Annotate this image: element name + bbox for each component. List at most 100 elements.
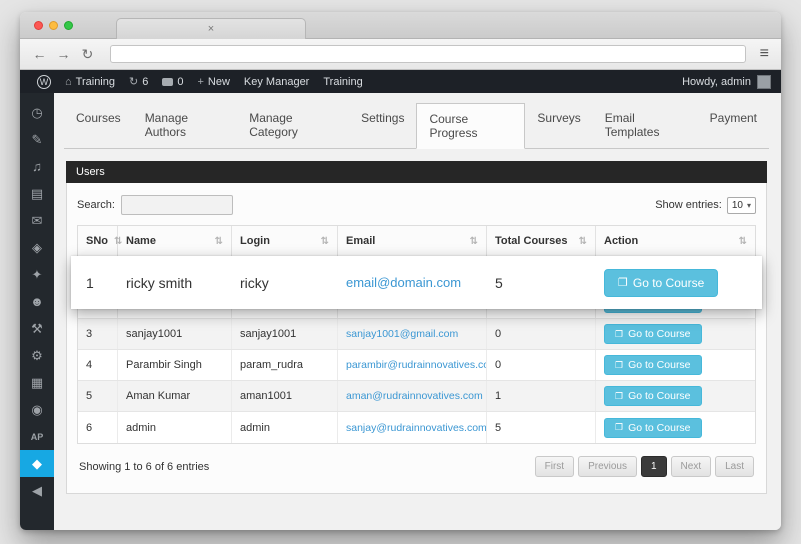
tab-manage-category[interactable]: Manage Category [237,103,349,148]
email-link[interactable]: parambir@rudrainnovatives.com [346,359,486,371]
page-next-button[interactable]: Next [670,456,712,477]
cell-login: aman1001 [232,381,338,411]
users-panel: Users Search: Show entries: 10 ▾ SNo ⇅ N… [66,161,767,494]
sidebar-item-ap[interactable]: AP [20,423,54,450]
table-row: 5 Aman Kumar aman1001 aman@rudrainnovati… [78,381,755,412]
wp-logo-menu[interactable]: W [30,70,58,93]
wp-admin-sidebar: ◷ ✎ ♫ ▤ ✉ ◈ ✦ ☻ ⚒ ⚙ ▦ ◉ AP ◆ ◀ [20,93,54,530]
graduation-cap-icon: ◆ [32,455,42,471]
browser-tab[interactable]: × [116,18,306,39]
sidebar-item-media[interactable]: ♫ [20,153,54,180]
avatar [757,74,771,89]
sidebar-item-comments[interactable]: ✉ [20,207,54,234]
refresh-icon[interactable]: ↻ [80,46,95,63]
wp-admin-bar: W ⌂ Training ↻ 6 0 + New Key Manager Tra… [20,70,781,93]
magnified-row: 1 ricky smith ricky email@domain.com 5 ❐… [71,256,762,309]
sort-icon[interactable]: ⇅ [315,236,329,247]
cell-total: 1 [487,381,596,411]
go-to-course-button[interactable]: ❐ Go to Course [604,417,702,438]
search-input[interactable] [120,195,233,215]
sidebar-item-lms[interactable]: ◆ [20,450,54,477]
sort-icon[interactable]: ⇅ [573,236,587,247]
sidebar-item-feed[interactable]: ◉ [20,396,54,423]
page-first-button[interactable]: First [534,456,575,477]
sort-icon[interactable]: ⇅ [733,236,747,247]
forward-icon[interactable]: → [56,46,71,62]
book-icon: ❐ [618,277,628,289]
sort-icon[interactable]: ⇅ [209,236,223,247]
header-action[interactable]: Action ⇅ [596,226,755,256]
go-to-course-label: Go to Course [628,421,691,434]
email-link[interactable]: aman@rudrainnovatives.com [346,390,483,402]
sidebar-item-plugins[interactable]: ✦ [20,261,54,288]
page-last-button[interactable]: Last [715,456,754,477]
page-1-button[interactable]: 1 [640,456,667,477]
tab-payment[interactable]: Payment [698,103,769,148]
browser-toolbar: ← → ↻ ≡ [20,39,781,70]
close-window-button[interactable] [34,21,43,30]
sidebar-item-tools[interactable]: ⚒ [20,315,54,342]
page-previous-button[interactable]: Previous [578,456,637,477]
tab-course-progress[interactable]: Course Progress [416,103,526,149]
go-to-course-button[interactable]: ❐ Go to Course [604,355,702,375]
updates-menu[interactable]: ↻ 6 [122,70,155,93]
wordpress-logo-icon: W [37,74,51,89]
collapse-icon: ◀ [32,482,42,498]
training-menu[interactable]: Training [316,70,369,93]
sort-icon[interactable]: ⇅ [464,236,478,247]
new-content-menu[interactable]: + New [190,70,236,93]
cell-name: Parambir Singh [118,350,232,380]
tab-surveys[interactable]: Surveys [525,103,592,148]
email-link[interactable]: sanjay@rudrainnovatives.com [346,422,486,434]
comments-menu[interactable]: 0 [155,70,190,93]
email-link[interactable]: sanjay1001@gmail.com [346,328,458,340]
lms-tabs: Courses Manage Authors Manage Category S… [64,103,769,149]
tab-close-icon[interactable]: × [208,23,214,35]
header-email[interactable]: Email ⇅ [338,226,487,256]
cell-name: sanjay1001 [118,319,232,349]
book-icon: ❐ [615,422,624,432]
maximize-window-button[interactable] [64,21,73,30]
entries-select[interactable]: 10 ▾ [726,196,756,214]
tab-settings[interactable]: Settings [349,103,416,148]
email-link[interactable]: email@domain.com [346,275,461,290]
sidebar-item-forms[interactable]: ▦ [20,369,54,396]
sidebar-item-users[interactable]: ☻ [20,288,54,315]
tab-email-templates[interactable]: Email Templates [593,103,698,148]
cell-name: admin [118,412,232,443]
header-total-courses[interactable]: Total Courses ⇅ [487,226,596,256]
sidebar-item-settings[interactable]: ⚙ [20,342,54,369]
sidebar-item-posts[interactable]: ✎ [20,126,54,153]
go-to-course-button[interactable]: ❐ Go to Course [604,268,719,297]
tab-courses[interactable]: Courses [64,103,133,148]
go-to-course-label: Go to Course [628,390,691,402]
minimize-window-button[interactable] [49,21,58,30]
go-to-course-label: Go to Course [628,359,691,371]
header-login[interactable]: Login ⇅ [232,226,338,256]
appearance-icon: ◈ [32,239,42,255]
go-to-course-button[interactable]: ❐ Go to Course [604,386,702,406]
table-row: 3 sanjay1001 sanjay1001 sanjay1001@gmail… [78,319,755,350]
header-sno[interactable]: SNo ⇅ [78,226,122,256]
pagination: First Previous 1 Next Last [534,456,754,477]
cell-total: 0 [487,319,596,349]
chevron-down-icon: ▾ [746,200,751,210]
sidebar-item-dashboard[interactable]: ◷ [20,99,54,126]
site-name-label: Training [75,75,115,88]
key-manager-menu[interactable]: Key Manager [237,70,316,93]
sidebar-item-appearance[interactable]: ◈ [20,234,54,261]
browser-menu-icon[interactable]: ≡ [760,45,769,63]
ap-icon: AP [30,431,44,442]
updates-count: 6 [142,75,149,88]
book-icon: ❐ [615,359,624,370]
tab-manage-authors[interactable]: Manage Authors [133,103,238,148]
address-bar[interactable] [110,45,746,63]
account-menu[interactable]: Howdy, admin [682,74,771,89]
sidebar-item-pages[interactable]: ▤ [20,180,54,207]
forms-icon: ▦ [30,374,44,390]
sidebar-item-collapse[interactable]: ◀ [20,477,54,504]
header-name[interactable]: Name ⇅ [118,226,232,256]
site-name-menu[interactable]: ⌂ Training [58,70,122,93]
back-icon[interactable]: ← [32,46,47,62]
go-to-course-button[interactable]: ❐ Go to Course [604,324,702,344]
